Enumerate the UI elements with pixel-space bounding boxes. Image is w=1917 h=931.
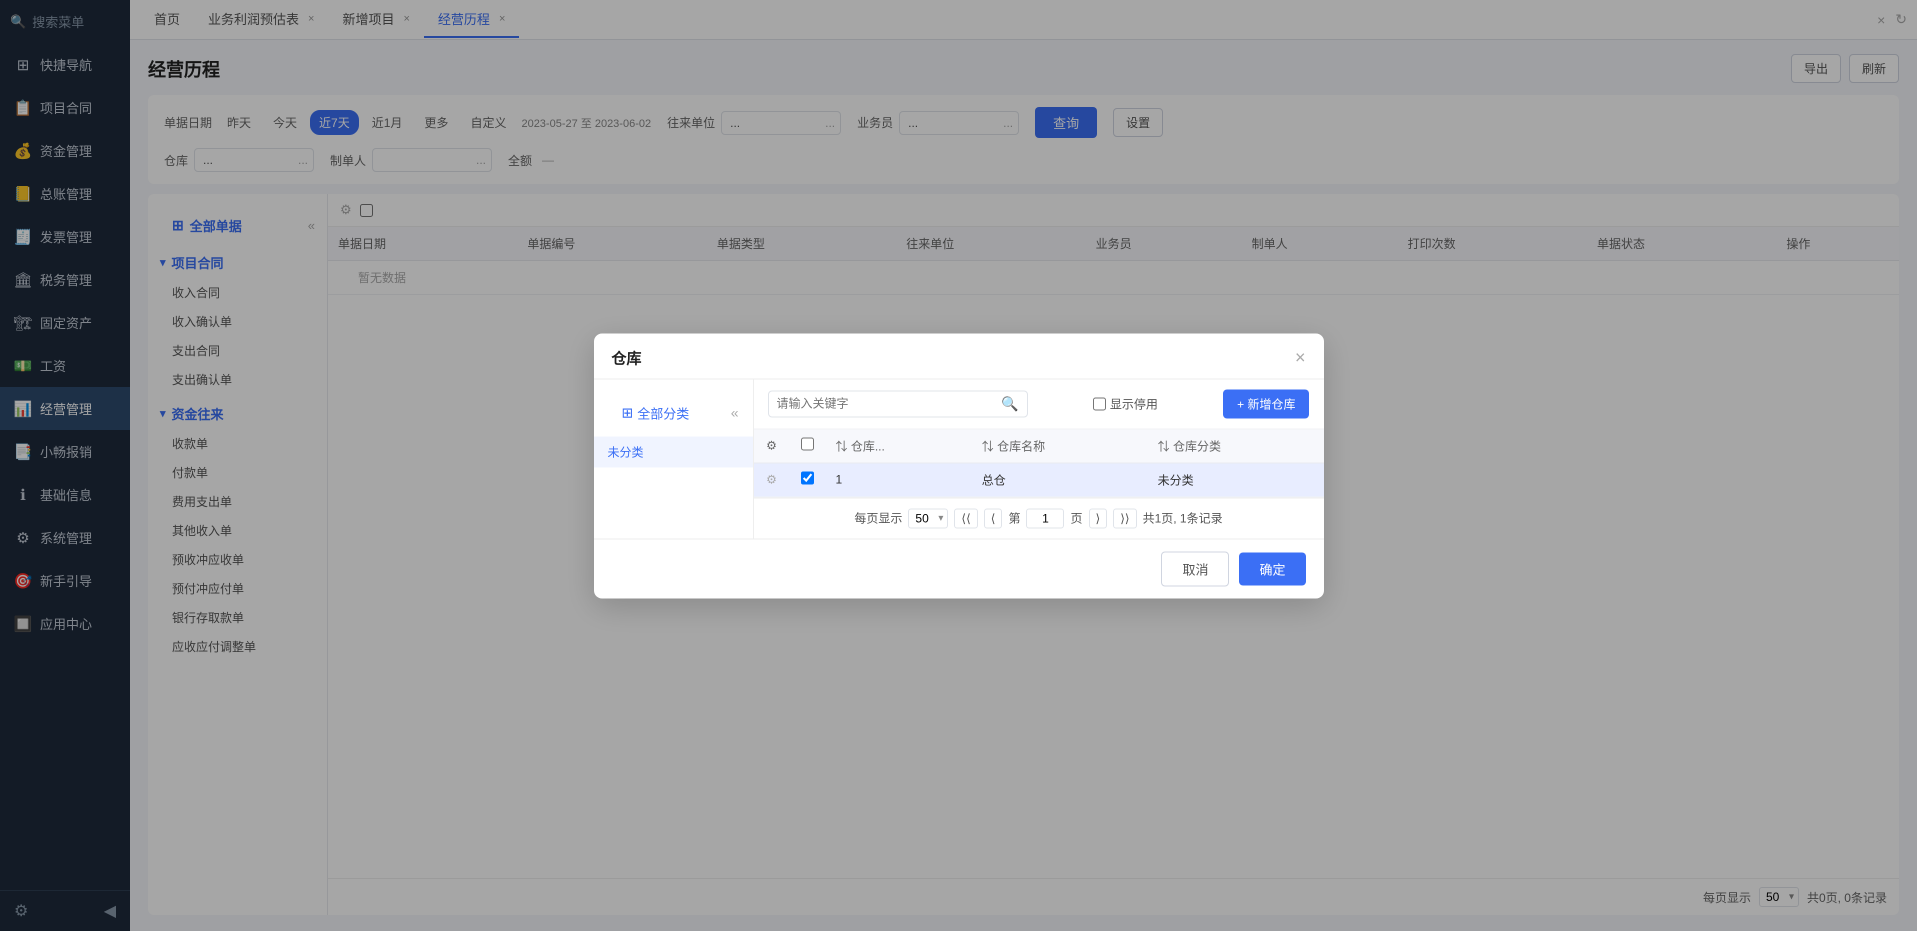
modal-per-page-label: 每页显示 — [854, 510, 902, 527]
modal-col-name: ⇅ 仓库名称 — [972, 429, 1148, 463]
modal-page-suffix: 页 — [1070, 510, 1082, 527]
modal-row-category: 未分类 — [1148, 463, 1324, 497]
modal-col-category: ⇅ 仓库分类 — [1148, 429, 1324, 463]
modal-next-page-btn[interactable]: ⟩ — [1089, 508, 1108, 528]
modal-table: ⚙ ⇅ 仓库... ⇅ 仓库名称 ⇅ 仓库分类 — [754, 429, 1324, 497]
modal-all-category[interactable]: ⊞ 全部分类 — [608, 395, 704, 430]
modal-col-code: ⇅ 仓库... — [826, 429, 972, 463]
modal-all-category-label: 全部分类 — [637, 403, 689, 422]
grid-icon-modal: ⊞ — [622, 404, 634, 421]
modal-right: 🔍 显示停用 + 新增仓库 ⚙ ⇅ 仓库... — [754, 379, 1324, 538]
modal-table-row[interactable]: ⚙ 1 总仓 未分类 — [754, 463, 1324, 497]
warehouse-modal: 仓库 × ⊞ 全部分类 « 未分类 🔍 显 — [594, 333, 1324, 598]
modal-row-id: 1 — [826, 463, 972, 497]
modal-per-page-select[interactable]: 50 — [908, 508, 948, 528]
modal-toolbar: 🔍 显示停用 + 新增仓库 — [754, 379, 1324, 429]
modal-close-button[interactable]: × — [1295, 347, 1306, 368]
show-disabled-checkbox[interactable] — [1093, 397, 1106, 410]
modal-header: 仓库 × — [594, 333, 1324, 379]
modal-body: ⊞ 全部分类 « 未分类 🔍 显示停用 + 新增仓库 — [594, 379, 1324, 538]
modal-total-label: 共1页, 1条记录 — [1143, 510, 1223, 527]
modal-col-gear: ⚙ — [754, 429, 790, 463]
modal-pagination: 每页显示 50 ⟨⟨ ⟨ 第 页 ⟩ ⟩⟩ 共1页, 1条记录 — [754, 497, 1324, 538]
cancel-button[interactable]: 取消 — [1161, 551, 1229, 586]
modal-search-icon: 🔍 — [1001, 395, 1018, 412]
modal-search-wrap: 🔍 — [768, 390, 1028, 417]
modal-prev-page-btn[interactable]: ⟨ — [984, 508, 1003, 528]
show-disabled-label: 显示停用 — [1110, 395, 1158, 412]
modal-left-categories: ⊞ 全部分类 « 未分类 — [594, 379, 754, 538]
modal-show-disabled: 显示停用 — [1093, 395, 1158, 412]
modal-row-name: 总仓 — [972, 463, 1148, 497]
modal-table-header-row: ⚙ ⇅ 仓库... ⇅ 仓库名称 ⇅ 仓库分类 — [754, 429, 1324, 463]
modal-per-page-wrap: 50 — [908, 508, 948, 528]
modal-title-text: 仓库 — [612, 347, 642, 368]
modal-footer: 取消 确定 — [594, 538, 1324, 598]
modal-last-page-btn[interactable]: ⟩⟩ — [1113, 508, 1136, 528]
modal-collapse-btn[interactable]: « — [731, 405, 739, 421]
modal-search-input[interactable] — [777, 397, 998, 411]
modal-cat-uncategorized[interactable]: 未分类 — [594, 436, 753, 467]
modal-page-input[interactable] — [1026, 508, 1064, 528]
modal-col-checkbox — [790, 429, 826, 463]
modal-select-all[interactable] — [801, 438, 814, 451]
modal-row-gear[interactable]: ⚙ — [754, 463, 790, 497]
confirm-button[interactable]: 确定 — [1239, 552, 1305, 585]
modal-table-wrap: ⚙ ⇅ 仓库... ⇅ 仓库名称 ⇅ 仓库分类 — [754, 429, 1324, 497]
modal-row-checkbox[interactable] — [790, 463, 826, 497]
modal-first-page-btn[interactable]: ⟨⟨ — [954, 508, 977, 528]
modal-page-label: 第 — [1008, 510, 1020, 527]
add-warehouse-button[interactable]: + 新增仓库 — [1223, 389, 1309, 418]
